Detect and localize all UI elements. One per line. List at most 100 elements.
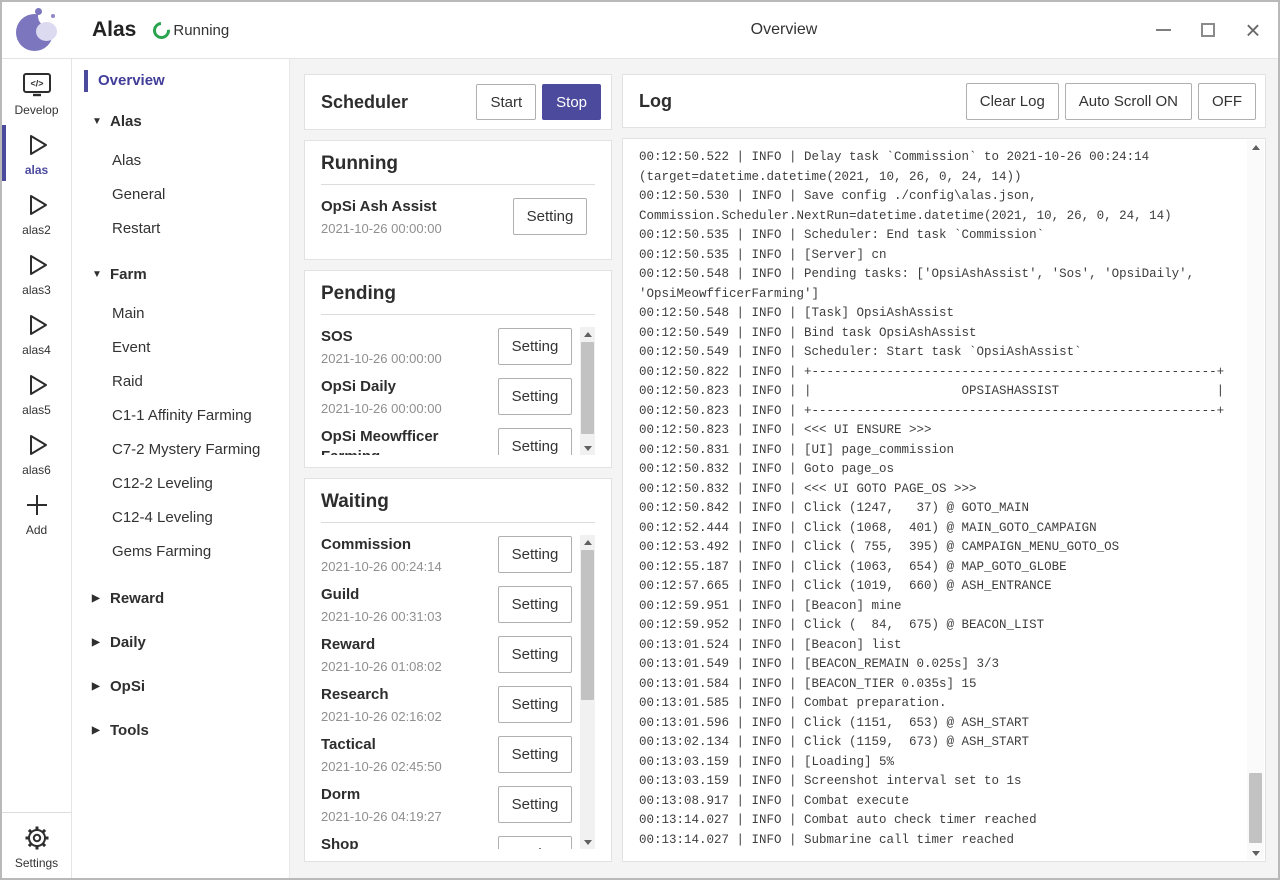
app-window: Alas Running Overview × </> Deve [0, 0, 1280, 880]
task-row: OpSi Daily 2021-10-26 00:00:00 Setting [321, 377, 572, 418]
scroll-down-icon[interactable] [1247, 846, 1264, 860]
rail-item-label: alas5 [22, 403, 51, 417]
task-setting-button[interactable]: Setting [498, 328, 572, 365]
nav-item-overview[interactable]: Overview [72, 69, 289, 93]
nav-item[interactable]: Gems Farming [72, 535, 289, 569]
task-next-run: 2021-10-26 02:16:02 [321, 708, 498, 726]
scroll-down-icon[interactable] [580, 441, 595, 455]
nav-item[interactable]: Main [72, 297, 289, 331]
maximize-button[interactable] [1199, 21, 1217, 39]
log-line: 'OpsiMeowfficerFarming'] [639, 285, 1231, 305]
scroll-down-icon[interactable] [580, 835, 595, 849]
scrollbar-thumb[interactable] [1249, 773, 1262, 843]
rail-item-develop[interactable]: </> Develop [2, 63, 71, 123]
running-title: Running [321, 153, 595, 185]
task-setting-button[interactable]: Setting [498, 378, 572, 415]
nav-group-header-collapsed[interactable]: OpSi [72, 673, 289, 701]
rail-item-settings[interactable]: Settings [2, 812, 71, 878]
waiting-scrollbar[interactable] [580, 535, 595, 849]
task-name: Guild [321, 585, 498, 605]
nav-menu: Overview Alas Alas General Restart [72, 59, 290, 878]
task-setting-button[interactable]: Setting [498, 428, 572, 455]
scroll-up-icon[interactable] [1247, 140, 1264, 154]
running-task-list: OpSi Ash Assist 2021-10-26 00:00:00 Sett… [321, 197, 595, 247]
scroll-up-icon[interactable] [580, 535, 595, 549]
task-next-run: 2021-10-26 04:19:27 [321, 808, 498, 826]
rail-item-instance[interactable]: alas3 [2, 243, 71, 303]
task-setting-button[interactable]: Setting [498, 586, 572, 623]
close-button[interactable]: × [1244, 21, 1262, 39]
nav-item[interactable]: Restart [72, 212, 289, 246]
nav-group-header-farm[interactable]: Farm [72, 261, 289, 289]
log-line: 00:12:50.832 | INFO | <<< UI GOTO PAGE_O… [639, 480, 1231, 500]
rail-item-alas-active[interactable]: alas [2, 123, 71, 183]
task-next-run: 2021-10-26 00:00:00 [321, 400, 498, 418]
chevron-right-icon [92, 585, 110, 613]
content-area: Scheduler Start Stop Running [290, 59, 1278, 878]
rail-item-instance[interactable]: alas5 [2, 363, 71, 423]
log-scrollbar[interactable] [1247, 140, 1264, 860]
task-setting-button[interactable]: Setting [498, 636, 572, 673]
task-next-run: 2021-10-26 01:08:02 [321, 658, 498, 676]
nav-item[interactable]: C7-2 Mystery Farming [72, 433, 289, 467]
log-line: 00:12:50.535 | INFO | [Server] cn [639, 246, 1231, 266]
task-next-run: 2021-10-26 02:45:50 [321, 758, 498, 776]
nav-group-header-alas[interactable]: Alas [72, 108, 289, 136]
task-name: OpSi Daily [321, 377, 498, 397]
log-line: 00:13:14.027 | INFO | Submarine call tim… [639, 831, 1231, 851]
task-setting-button[interactable]: Setting [498, 686, 572, 723]
close-icon: × [1245, 23, 1260, 37]
nav-group-label: OpSi [110, 673, 145, 701]
nav-group-header-collapsed[interactable]: Reward [72, 585, 289, 613]
nav-item[interactable]: C12-2 Leveling [72, 467, 289, 501]
task-setting-button[interactable]: Setting [498, 836, 572, 849]
task-setting-button[interactable]: Setting [513, 198, 587, 235]
nav-item[interactable]: General [72, 178, 289, 212]
nav-item[interactable]: C12-4 Leveling [72, 501, 289, 535]
log-line: 00:13:08.917 | INFO | Combat execute [639, 792, 1231, 812]
scroll-up-icon[interactable] [580, 327, 595, 341]
log-line: 00:13:03.159 | INFO | Screenshot interva… [639, 772, 1231, 792]
log-line: 00:12:50.822 | INFO | +-----------------… [639, 363, 1231, 383]
svg-text:</>: </> [30, 78, 43, 88]
task-next-run: 2021-10-26 00:00:00 [321, 350, 498, 368]
rail-item-instance[interactable]: alas4 [2, 303, 71, 363]
nav-group-header-collapsed[interactable]: Tools [72, 717, 289, 745]
rail-item-instance[interactable]: alas6 [2, 423, 71, 483]
nav-item[interactable]: Raid [72, 365, 289, 399]
task-row: SOS 2021-10-26 00:00:00 Setting [321, 327, 572, 368]
nav-item[interactable]: C1-1 Affinity Farming [72, 399, 289, 433]
pending-scrollbar[interactable] [580, 327, 595, 455]
task-next-run: 2021-10-26 00:00:00 [321, 220, 513, 238]
nav-collapsed-groups: Reward Daily OpSi Tools [72, 585, 289, 745]
nav-item[interactable]: Event [72, 331, 289, 365]
task-setting-button[interactable]: Setting [498, 786, 572, 823]
log-line: 00:12:50.530 | INFO | Save config ./conf… [639, 187, 1231, 207]
log-line: 00:12:53.492 | INFO | Click ( 755, 395) … [639, 538, 1231, 558]
window-controls: × [1144, 2, 1262, 58]
nav-item[interactable]: Alas [72, 144, 289, 178]
log-line: Commission.Scheduler.NextRun=datetime.da… [639, 207, 1231, 227]
nav-group-header-collapsed[interactable]: Daily [72, 629, 289, 657]
nav-children-alas: Alas General Restart [72, 144, 289, 246]
nav-group-label: Alas [110, 108, 142, 136]
rail-item-add[interactable]: Add [2, 483, 71, 543]
stop-button[interactable]: Stop [542, 84, 601, 120]
start-button[interactable]: Start [476, 84, 536, 120]
rail-item-label: Develop [14, 103, 58, 117]
rail-item-instance[interactable]: alas2 [2, 183, 71, 243]
task-name: OpSi Ash Assist [321, 197, 513, 217]
log-lines: 00:12:50.522 | INFO | Delay task `Commis… [639, 148, 1231, 852]
scrollbar-thumb[interactable] [581, 342, 594, 434]
task-setting-button[interactable]: Setting [498, 536, 572, 573]
minimize-button[interactable] [1154, 21, 1172, 39]
clear-log-button[interactable]: Clear Log [966, 83, 1059, 120]
scrollbar-thumb[interactable] [581, 550, 594, 700]
scheduler-title: Scheduler [321, 92, 476, 113]
auto-scroll-off-button[interactable]: OFF [1198, 83, 1256, 120]
log-line: 00:12:50.549 | INFO | Bind task OpsiAshA… [639, 324, 1231, 344]
task-setting-button[interactable]: Setting [498, 736, 572, 773]
gear-icon [22, 823, 52, 853]
auto-scroll-on-button[interactable]: Auto Scroll ON [1065, 83, 1192, 120]
task-row: OpSi Ash Assist 2021-10-26 00:00:00 Sett… [321, 197, 587, 238]
